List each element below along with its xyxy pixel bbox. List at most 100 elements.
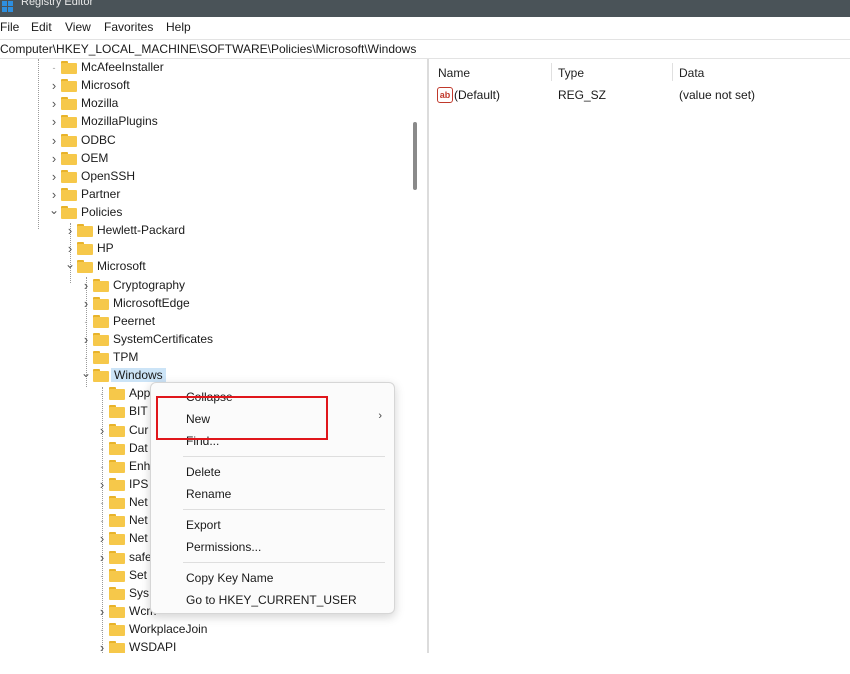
column-header-data[interactable]: Data xyxy=(679,66,704,80)
tree-item-label: WorkplaceJoin xyxy=(129,622,208,637)
menu-edit[interactable]: Edit xyxy=(31,20,52,34)
chevron-down-icon[interactable]: ⌄ xyxy=(80,367,92,382)
folder-icon xyxy=(109,604,125,618)
folder-icon xyxy=(109,568,125,582)
column-header-name[interactable]: Name xyxy=(438,66,470,80)
tree-item-label: MozillaPlugins xyxy=(81,114,158,129)
tree-item-label: Sys xyxy=(129,585,150,600)
tree-item-label: Peernet xyxy=(113,313,156,328)
tree-connector: - xyxy=(100,588,104,599)
title-bar: Registry Editor xyxy=(0,0,850,17)
tree-connector: - xyxy=(100,461,104,472)
folder-icon xyxy=(93,332,109,346)
folder-icon xyxy=(93,314,109,328)
window-title: Registry Editor xyxy=(21,0,94,8)
menu-item-rename[interactable]: Rename xyxy=(186,487,231,501)
chevron-right-icon[interactable]: › xyxy=(80,333,92,346)
tree-connector: - xyxy=(100,498,104,509)
folder-icon xyxy=(109,550,125,564)
chevron-down-icon[interactable]: ⌄ xyxy=(48,204,60,219)
tree-item-label: IPS xyxy=(129,476,149,491)
chevron-right-icon[interactable]: › xyxy=(64,242,76,255)
menu-item-permissions[interactable]: Permissions... xyxy=(186,540,261,554)
chevron-right-icon[interactable]: › xyxy=(48,134,60,147)
tree-item-label: Policies xyxy=(81,205,123,220)
tree-item-label: OpenSSH xyxy=(81,168,136,183)
tree-scrollbar[interactable] xyxy=(413,122,417,190)
chevron-right-icon[interactable]: › xyxy=(96,424,108,437)
tree-item-label: App xyxy=(129,386,151,401)
tree-item-label: ODBC xyxy=(81,132,116,147)
address-bar[interactable]: Computer\HKEY_LOCAL_MACHINE\SOFTWARE\Pol… xyxy=(0,39,850,59)
registry-editor-icon xyxy=(2,1,13,12)
column-separator[interactable] xyxy=(672,63,673,81)
chevron-right-icon[interactable]: › xyxy=(48,152,60,165)
folder-icon xyxy=(77,224,93,238)
folder-icon xyxy=(109,441,125,455)
menu-bar: File Edit View Favorites Help xyxy=(0,18,850,38)
menu-favorites[interactable]: Favorites xyxy=(104,20,153,34)
folder-icon xyxy=(61,97,77,111)
tree-item-label: WSDAPI xyxy=(129,640,177,653)
column-separator[interactable] xyxy=(551,63,552,81)
annotation-highlight-box xyxy=(156,396,328,440)
tree-connector: - xyxy=(52,63,56,73)
tree-item-label: safe xyxy=(129,549,152,564)
menu-item-go-to-hkcu[interactable]: Go to HKEY_CURRENT_USER xyxy=(186,593,357,607)
folder-icon xyxy=(61,61,77,74)
tree-connector: - xyxy=(100,625,104,636)
menu-item-copy-key-name[interactable]: Copy Key Name xyxy=(186,571,273,585)
menu-help[interactable]: Help xyxy=(166,20,191,34)
folder-icon xyxy=(109,423,125,437)
folder-icon xyxy=(93,369,109,383)
chevron-right-icon[interactable]: › xyxy=(48,170,60,183)
menu-item-export[interactable]: Export xyxy=(186,518,221,532)
folder-icon xyxy=(61,115,77,129)
menu-separator xyxy=(183,456,385,457)
tree-connector: - xyxy=(100,443,104,454)
tree-item-label: Net xyxy=(129,513,148,528)
tree-connector: - xyxy=(100,570,104,581)
chevron-right-icon[interactable]: › xyxy=(48,188,60,201)
folder-icon xyxy=(109,477,125,491)
folder-icon xyxy=(93,278,109,292)
chevron-right-icon[interactable]: › xyxy=(48,115,60,128)
chevron-down-icon[interactable]: ⌄ xyxy=(64,258,76,273)
menu-separator xyxy=(183,562,385,563)
folder-icon xyxy=(109,459,125,473)
folder-icon xyxy=(61,133,77,147)
chevron-right-icon[interactable]: › xyxy=(96,532,108,545)
chevron-right-icon[interactable]: › xyxy=(96,551,108,564)
tree-item-label: Set xyxy=(129,567,148,582)
folder-icon xyxy=(109,514,125,528)
chevron-right-icon[interactable]: › xyxy=(48,97,60,110)
folder-icon xyxy=(61,151,77,165)
chevron-right-icon[interactable]: › xyxy=(96,478,108,491)
menu-file[interactable]: File xyxy=(0,20,19,34)
chevron-right-icon[interactable]: › xyxy=(48,79,60,92)
tree-guide xyxy=(38,59,39,229)
column-header-type[interactable]: Type xyxy=(558,66,584,80)
menu-view[interactable]: View xyxy=(65,20,91,34)
tree-item-label: Microsoft xyxy=(97,259,146,274)
folder-icon xyxy=(109,405,125,419)
folder-icon xyxy=(61,187,77,201)
chevron-right-icon[interactable]: › xyxy=(96,605,108,618)
pane-splitter[interactable] xyxy=(427,59,429,653)
address-path[interactable]: Computer\HKEY_LOCAL_MACHINE\SOFTWARE\Pol… xyxy=(0,42,416,56)
tree-item-label: Partner xyxy=(81,186,121,201)
tree-connector: - xyxy=(100,389,104,400)
chevron-right-icon[interactable]: › xyxy=(96,641,108,653)
chevron-right-icon[interactable]: › xyxy=(64,224,76,237)
value-data[interactable]: (value not set) xyxy=(679,88,755,102)
chevron-right-icon: › xyxy=(378,410,382,422)
chevron-right-icon[interactable]: › xyxy=(80,297,92,310)
value-name[interactable]: (Default) xyxy=(454,88,500,102)
value-type[interactable]: REG_SZ xyxy=(558,88,606,102)
tree-item-label: Cur xyxy=(129,422,149,437)
tree-item-label: TPM xyxy=(113,350,139,365)
tree-item-label: McAfeeInstaller xyxy=(81,60,164,74)
chevron-right-icon[interactable]: › xyxy=(80,279,92,292)
values-pane[interactable]: Name Type Data ab (Default) REG_SZ (valu… xyxy=(430,59,850,653)
menu-item-delete[interactable]: Delete xyxy=(186,465,221,479)
